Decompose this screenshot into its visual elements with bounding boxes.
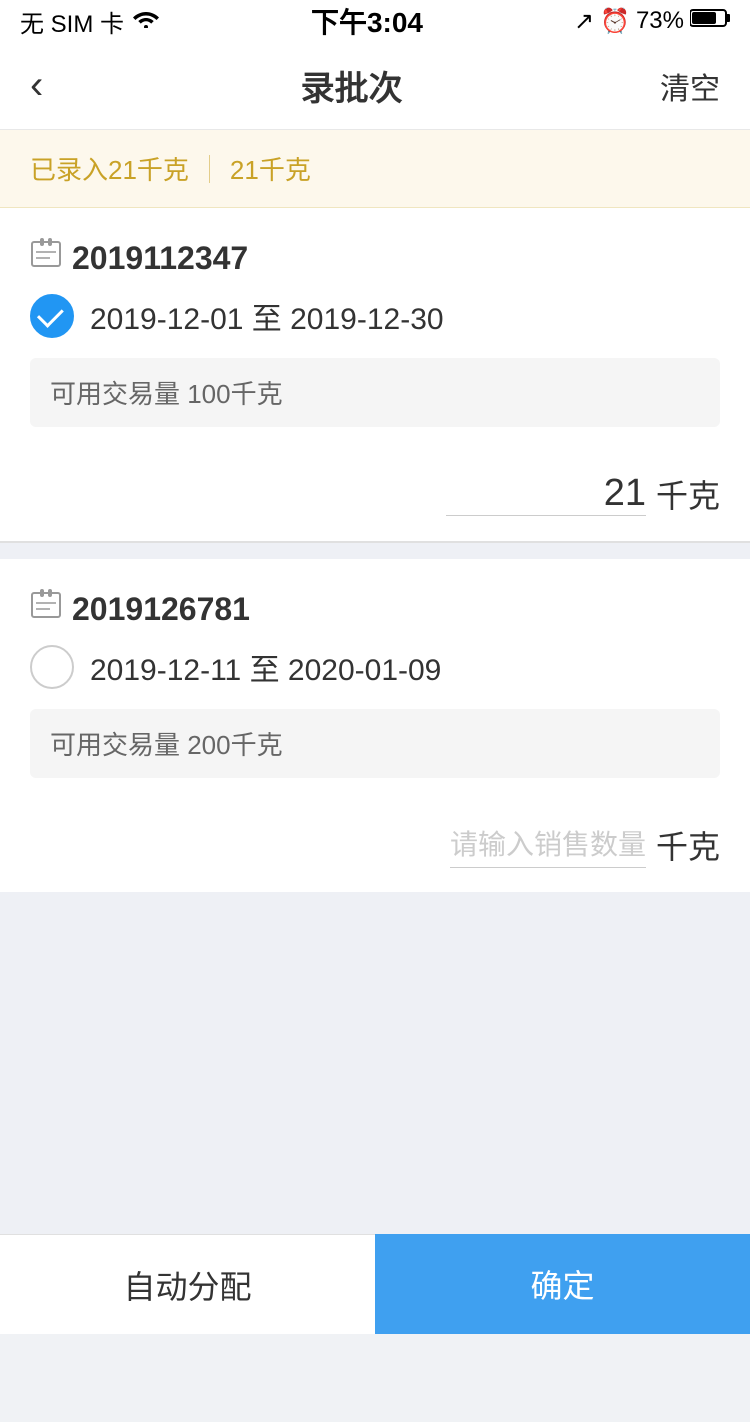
radio-1[interactable] bbox=[30, 294, 74, 338]
batch-id-1: 2019112347 bbox=[72, 240, 248, 277]
status-left: 无 SIM 卡 bbox=[20, 4, 160, 39]
radio-2[interactable] bbox=[30, 645, 74, 689]
batch-date-2: 2019-12-11 至 2020-01-09 bbox=[90, 645, 441, 689]
status-bar: 无 SIM 卡 下午3:04 ↗ ⏰ 73% bbox=[0, 0, 750, 42]
batch-availability-1: 可用交易量 100千克 bbox=[30, 358, 720, 427]
batch-icon-2 bbox=[30, 589, 62, 629]
auto-distribute-button[interactable]: 自动分配 bbox=[0, 1234, 375, 1334]
back-button[interactable]: ‹ bbox=[30, 63, 43, 108]
info-banner: 已录入21千克 21千克 bbox=[0, 130, 750, 208]
amount-display-1[interactable]: 21 bbox=[446, 472, 646, 516]
input-placeholder-2: 请输入销售数量 bbox=[450, 829, 646, 860]
batch-icon-1 bbox=[30, 238, 62, 278]
battery-text: 73% bbox=[636, 7, 684, 35]
batch-date-row-2[interactable]: 2019-12-11 至 2020-01-09 bbox=[30, 645, 720, 689]
nav-bar: ‹ 录批次 清空 bbox=[0, 42, 750, 130]
batch-date-row-1[interactable]: 2019-12-01 至 2019-12-30 bbox=[30, 294, 720, 338]
batch-availability-2: 可用交易量 200千克 bbox=[30, 709, 720, 778]
sales-quantity-input[interactable]: 请输入销售数量 bbox=[450, 823, 646, 868]
sim-status: 无 SIM 卡 bbox=[20, 4, 124, 39]
amount-row-1: 21 千克 bbox=[0, 447, 750, 541]
status-time: 下午3:04 bbox=[311, 1, 423, 41]
input-unit-2: 千克 bbox=[656, 822, 720, 868]
info-divider bbox=[209, 155, 210, 183]
grey-divider-1 bbox=[0, 543, 750, 559]
wifi-icon bbox=[132, 7, 160, 35]
batch-card-1: 2019112347 2019-12-01 至 2019-12-30 可用交易量… bbox=[0, 208, 750, 447]
alarm-icon: ⏰ bbox=[600, 7, 630, 36]
amount-unit-1: 千克 bbox=[656, 471, 720, 517]
page-title: 录批次 bbox=[301, 61, 403, 110]
battery-icon bbox=[690, 7, 730, 35]
amount-value-1: 21 bbox=[604, 472, 646, 514]
batch-header-1: 2019112347 bbox=[30, 238, 720, 278]
clear-button[interactable]: 清空 bbox=[660, 64, 720, 108]
batch-date-1: 2019-12-01 至 2019-12-30 bbox=[90, 294, 444, 338]
bottom-bar: 自动分配 确定 bbox=[0, 1234, 750, 1334]
input-row-2: 请输入销售数量 千克 bbox=[0, 798, 750, 892]
batch-header-2: 2019126781 bbox=[30, 589, 720, 629]
recorded-amount: 已录入21千克 bbox=[30, 150, 189, 187]
batch-card-2: 2019126781 2019-12-11 至 2020-01-09 可用交易量… bbox=[0, 559, 750, 798]
location-icon: ↗ bbox=[574, 7, 594, 36]
total-amount: 21千克 bbox=[230, 150, 311, 187]
status-right: ↗ ⏰ 73% bbox=[574, 7, 730, 36]
confirm-button[interactable]: 确定 bbox=[375, 1234, 750, 1334]
batch-id-2: 2019126781 bbox=[72, 591, 250, 628]
